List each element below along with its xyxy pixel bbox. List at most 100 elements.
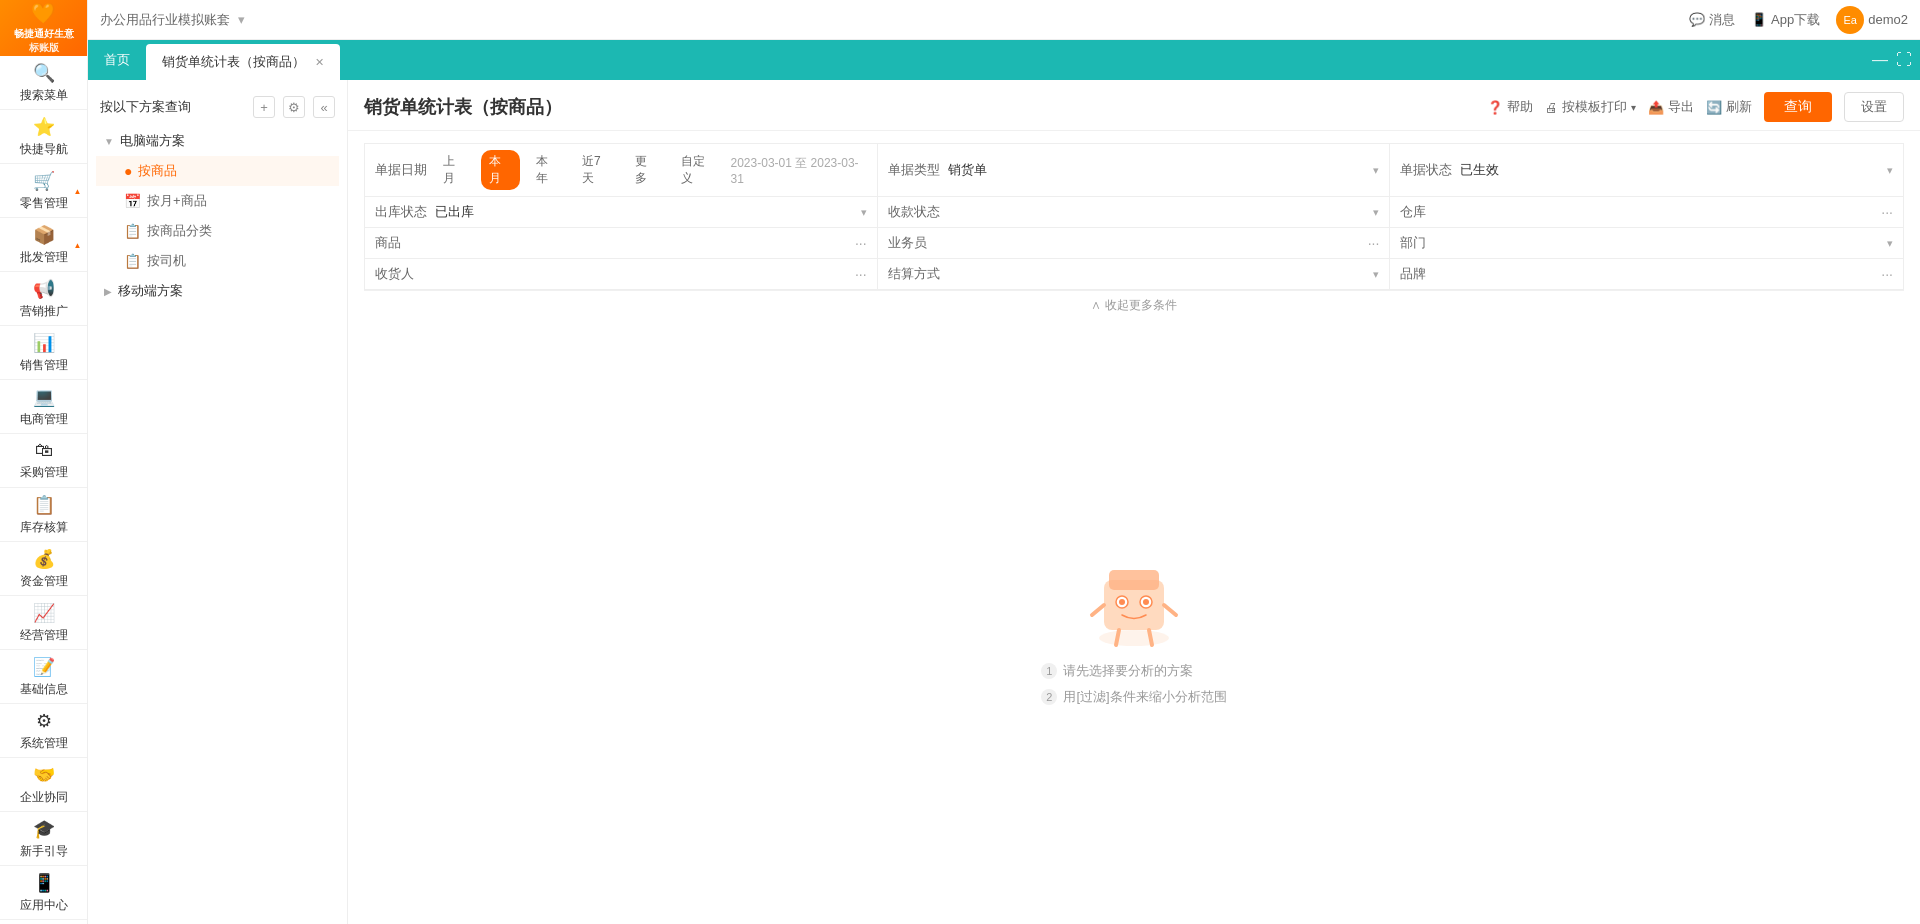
help-button[interactable]: ❓ 帮助	[1487, 98, 1533, 116]
sidebar: 🧡 畅捷通好生意 标账版 🔍 搜索菜单 ⭐ 快捷导航 🛒 零售管理 📦 批发管理…	[0, 0, 88, 924]
refresh-icon: 🔄	[1706, 100, 1722, 115]
tree-parent-mobile[interactable]: ▶ 移动端方案	[96, 276, 339, 306]
sidebar-item-wechat[interactable]: 💬 企业微信	[0, 920, 88, 924]
sidebar-label-inventory: 库存核算	[20, 519, 68, 536]
sidebar-item-finance[interactable]: 💰 资金管理	[0, 542, 88, 596]
sidebar-item-enterprise[interactable]: 🤝 企业协同	[0, 758, 88, 812]
date-chip-lastmonth[interactable]: 上月	[435, 150, 473, 190]
sidebar-item-wholesale[interactable]: 📦 批发管理	[0, 218, 88, 272]
sidebar-item-inventory[interactable]: 📋 库存核算	[0, 488, 88, 542]
tree-child-by-month-product[interactable]: 📅 按月+商品	[96, 186, 339, 216]
settlement-dropdown-icon[interactable]: ▾	[1373, 268, 1379, 281]
help-icon: ❓	[1487, 100, 1503, 115]
tab-sales-stats[interactable]: 销货单统计表（按商品） ✕	[146, 44, 340, 80]
date-chip-more[interactable]: 更多	[627, 150, 665, 190]
svg-point-5	[1119, 599, 1125, 605]
sidebar-item-system[interactable]: ⚙ 系统管理	[0, 704, 88, 758]
date-range-text: 2023-03-01 至 2023-03-31	[731, 155, 867, 186]
outstatus-dropdown-icon[interactable]: ▾	[861, 206, 867, 219]
department-label: 部门	[1400, 234, 1426, 252]
sidebar-item-sales[interactable]: 📊 销售管理	[0, 326, 88, 380]
print-icon: 🖨	[1545, 100, 1558, 115]
avatar: Ea	[1836, 6, 1864, 34]
docstatus-dropdown-icon[interactable]: ▾	[1887, 164, 1893, 177]
settings-button[interactable]: 设置	[1844, 92, 1904, 122]
product-dots-btn[interactable]: ···	[855, 235, 867, 251]
template-print-button[interactable]: 🖨 按模板打印 ▾	[1545, 98, 1636, 116]
warehouse-dots-btn[interactable]: ···	[1881, 204, 1893, 220]
date-chip-thismonth[interactable]: 本月	[481, 150, 519, 190]
date-chip-thisyear[interactable]: 本年	[528, 150, 566, 190]
scheme-tree: ▼ 电脑端方案 ● 按商品 📅 按月+商品 📋 按商品分类 📋 按司机	[88, 126, 347, 306]
doctype-dropdown-icon[interactable]: ▾	[1373, 164, 1379, 177]
sidebar-label-enterprise: 企业协同	[20, 789, 68, 806]
sidebar-item-quicknav[interactable]: ⭐ 快捷导航	[0, 110, 88, 164]
tree-expand-icon: ▼	[104, 136, 114, 147]
tree-expand-mobile-icon: ▶	[104, 286, 112, 297]
page-title: 销货单统计表（按商品）	[364, 95, 562, 119]
dropdown-arrow-header[interactable]: ▾	[238, 12, 245, 27]
collapse-panel-button[interactable]: «	[313, 96, 335, 118]
user-name: demo2	[1868, 12, 1908, 27]
tree-child-label-month: 按月+商品	[147, 192, 207, 210]
tree-child-by-product[interactable]: ● 按商品	[96, 156, 339, 186]
empty-tip-1: 1 请先选择要分析的方案	[1041, 662, 1226, 680]
sidebar-item-operation[interactable]: 📈 经营管理	[0, 596, 88, 650]
sidebar-item-retail[interactable]: 🛒 零售管理	[0, 164, 88, 218]
tree-parent-mobile-label: 移动端方案	[118, 282, 183, 300]
tab-close-icon[interactable]: ✕	[315, 56, 324, 69]
sidebar-item-purchase[interactable]: 🛍 采购管理	[0, 434, 88, 488]
tab-bar: 首页 销货单统计表（按商品） ✕ — ⛶	[88, 40, 1920, 80]
sidebar-item-basic[interactable]: 📝 基础信息	[0, 650, 88, 704]
app-download-button[interactable]: 📱 App下载	[1751, 11, 1820, 29]
page-header: 销货单统计表（按商品） ❓ 帮助 🖨 按模板打印 ▾ 📤 导出	[348, 80, 1920, 131]
tab-home[interactable]: 首页	[88, 40, 146, 80]
refresh-button[interactable]: 🔄 刷新	[1706, 98, 1752, 116]
sidebar-item-newbie[interactable]: 🎓 新手引导	[0, 812, 88, 866]
salesperson-label: 业务员	[888, 234, 927, 252]
sidebar-label-quicknav: 快捷导航	[20, 141, 68, 158]
top-header: 办公用品行业模拟账套 ▾ 💬 消息 📱 App下载 Ea demo2	[88, 0, 1920, 40]
date-chip-custom[interactable]: 自定义	[673, 150, 723, 190]
sidebar-item-ecommerce[interactable]: 💻 电商管理	[0, 380, 88, 434]
tree-child-by-cashier[interactable]: 📋 按司机	[96, 246, 339, 276]
department-dropdown-icon[interactable]: ▾	[1887, 237, 1893, 250]
paymentstatus-dropdown-icon[interactable]: ▾	[1373, 206, 1379, 219]
purchase-icon: 🛍	[35, 440, 53, 461]
tab-minimize-icon[interactable]: —	[1872, 51, 1888, 69]
marketing-icon: 📢	[33, 278, 55, 300]
finance-icon: 💰	[33, 548, 55, 570]
empty-illustration	[1074, 550, 1194, 650]
date-chip-7days[interactable]: 近7天	[574, 150, 619, 190]
settings-scheme-button[interactable]: ⚙	[283, 96, 305, 118]
empty-state: 1 请先选择要分析的方案 2 用[过滤]条件来缩小分析范围	[348, 332, 1920, 924]
tree-child-label-product: 按商品	[138, 162, 177, 180]
collapse-filter-button[interactable]: ∧ 收起更多条件	[364, 290, 1904, 320]
app-download-label: App下载	[1771, 11, 1820, 29]
tab-maximize-icon[interactable]: ⛶	[1896, 51, 1912, 69]
ecommerce-icon: 💻	[33, 386, 55, 408]
tree-parent-pc[interactable]: ▼ 电脑端方案	[96, 126, 339, 156]
message-button[interactable]: 💬 消息	[1689, 11, 1735, 29]
user-profile[interactable]: Ea demo2	[1836, 6, 1908, 34]
brand-dots-btn[interactable]: ···	[1881, 266, 1893, 282]
sidebar-label-sales: 销售管理	[20, 357, 68, 374]
sidebar-label-system: 系统管理	[20, 735, 68, 752]
sidebar-item-apps[interactable]: 📱 应用中心	[0, 866, 88, 920]
enterprise-icon: 🤝	[33, 764, 55, 786]
filter-area: 单据日期 上月 本月 本年 近7天 更多 自定义 2023-03-01 至 20…	[348, 131, 1920, 332]
filter-cell-department: 部门 ▾	[1390, 228, 1903, 258]
main-area: 办公用品行业模拟账套 ▾ 💬 消息 📱 App下载 Ea demo2 首页	[88, 0, 1920, 924]
add-scheme-button[interactable]: +	[253, 96, 275, 118]
query-button[interactable]: 查询	[1764, 92, 1832, 122]
sidebar-item-marketing[interactable]: 📢 营销推广	[0, 272, 88, 326]
scheme-cashier-icon: 📋	[124, 253, 141, 269]
svg-point-0	[1099, 630, 1169, 646]
export-button[interactable]: 📤 导出	[1648, 98, 1694, 116]
sidebar-label-apps: 应用中心	[20, 897, 68, 914]
receiver-dots-btn[interactable]: ···	[855, 266, 867, 282]
salesperson-dots-btn[interactable]: ···	[1368, 235, 1380, 251]
filter-cell-docstatus: 单据状态 已生效 ▾	[1390, 144, 1903, 196]
sidebar-item-search[interactable]: 🔍 搜索菜单	[0, 56, 88, 110]
tree-child-by-category[interactable]: 📋 按商品分类	[96, 216, 339, 246]
